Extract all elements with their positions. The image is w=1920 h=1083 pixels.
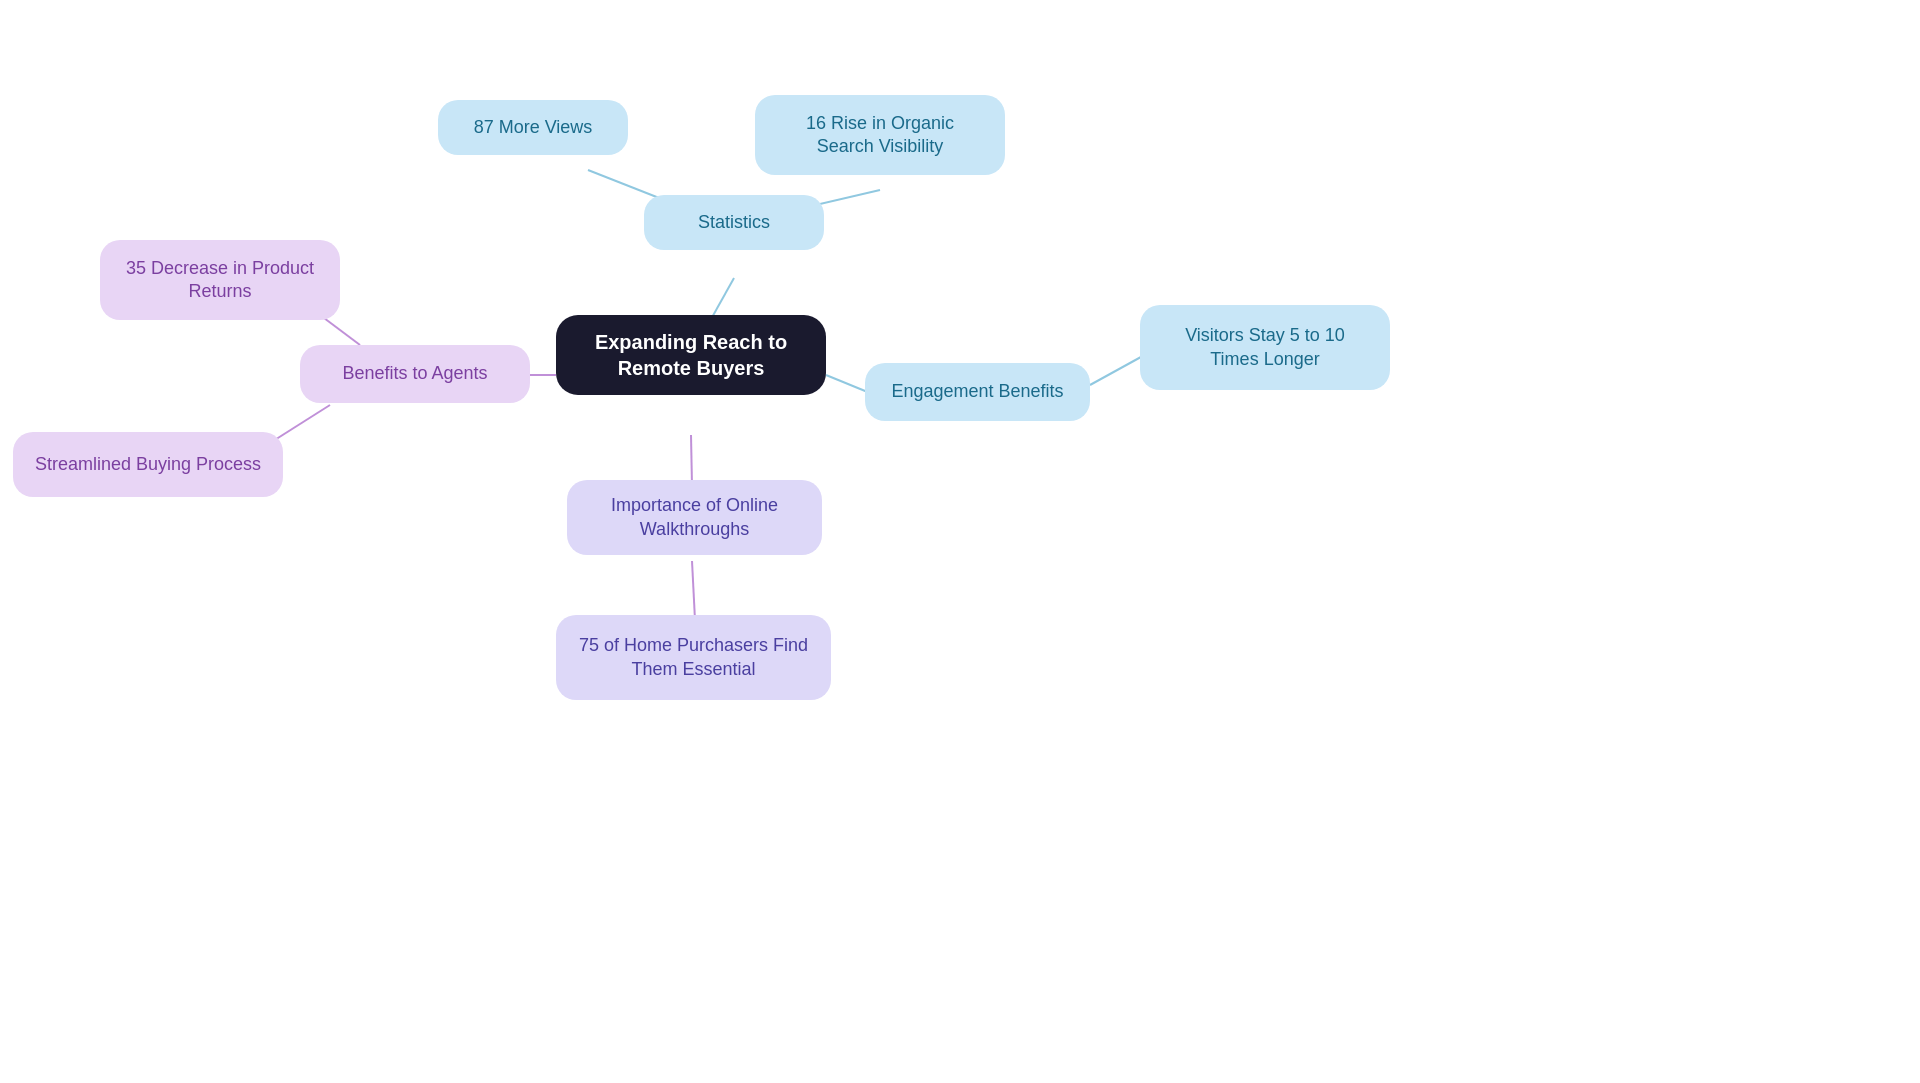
decrease-returns-label: 35 Decrease in Product Returns <box>120 257 320 304</box>
svg-line-6 <box>826 375 870 393</box>
home-purchasers-node[interactable]: 75 of Home Purchasers Find Them Essentia… <box>556 615 831 700</box>
more-views-label: 87 More Views <box>474 116 593 139</box>
more-views-node[interactable]: 87 More Views <box>438 100 628 155</box>
benefits-agents-node[interactable]: Benefits to Agents <box>300 345 530 403</box>
svg-line-8 <box>691 435 692 486</box>
decrease-returns-node[interactable]: 35 Decrease in Product Returns <box>100 240 340 320</box>
visitors-stay-node[interactable]: Visitors Stay 5 to 10 Times Longer <box>1140 305 1390 390</box>
statistics-node[interactable]: Statistics <box>644 195 824 250</box>
center-node[interactable]: Expanding Reach to Remote Buyers <box>556 315 826 395</box>
svg-line-9 <box>692 561 695 620</box>
home-purchasers-label: 75 of Home Purchasers Find Them Essentia… <box>576 634 811 681</box>
streamlined-node[interactable]: Streamlined Buying Process <box>13 432 283 497</box>
importance-online-label: Importance of Online Walkthroughs <box>587 494 802 541</box>
center-label: Expanding Reach to Remote Buyers <box>576 329 806 381</box>
organic-search-label: 16 Rise in Organic Search Visibility <box>775 112 985 159</box>
importance-online-node[interactable]: Importance of Online Walkthroughs <box>567 480 822 555</box>
streamlined-label: Streamlined Buying Process <box>35 453 261 476</box>
engagement-benefits-node[interactable]: Engagement Benefits <box>865 363 1090 421</box>
benefits-agents-label: Benefits to Agents <box>342 362 487 385</box>
engagement-benefits-label: Engagement Benefits <box>891 380 1063 403</box>
visitors-stay-label: Visitors Stay 5 to 10 Times Longer <box>1160 324 1370 371</box>
statistics-label: Statistics <box>698 211 770 234</box>
organic-search-node[interactable]: 16 Rise in Organic Search Visibility <box>755 95 1005 175</box>
